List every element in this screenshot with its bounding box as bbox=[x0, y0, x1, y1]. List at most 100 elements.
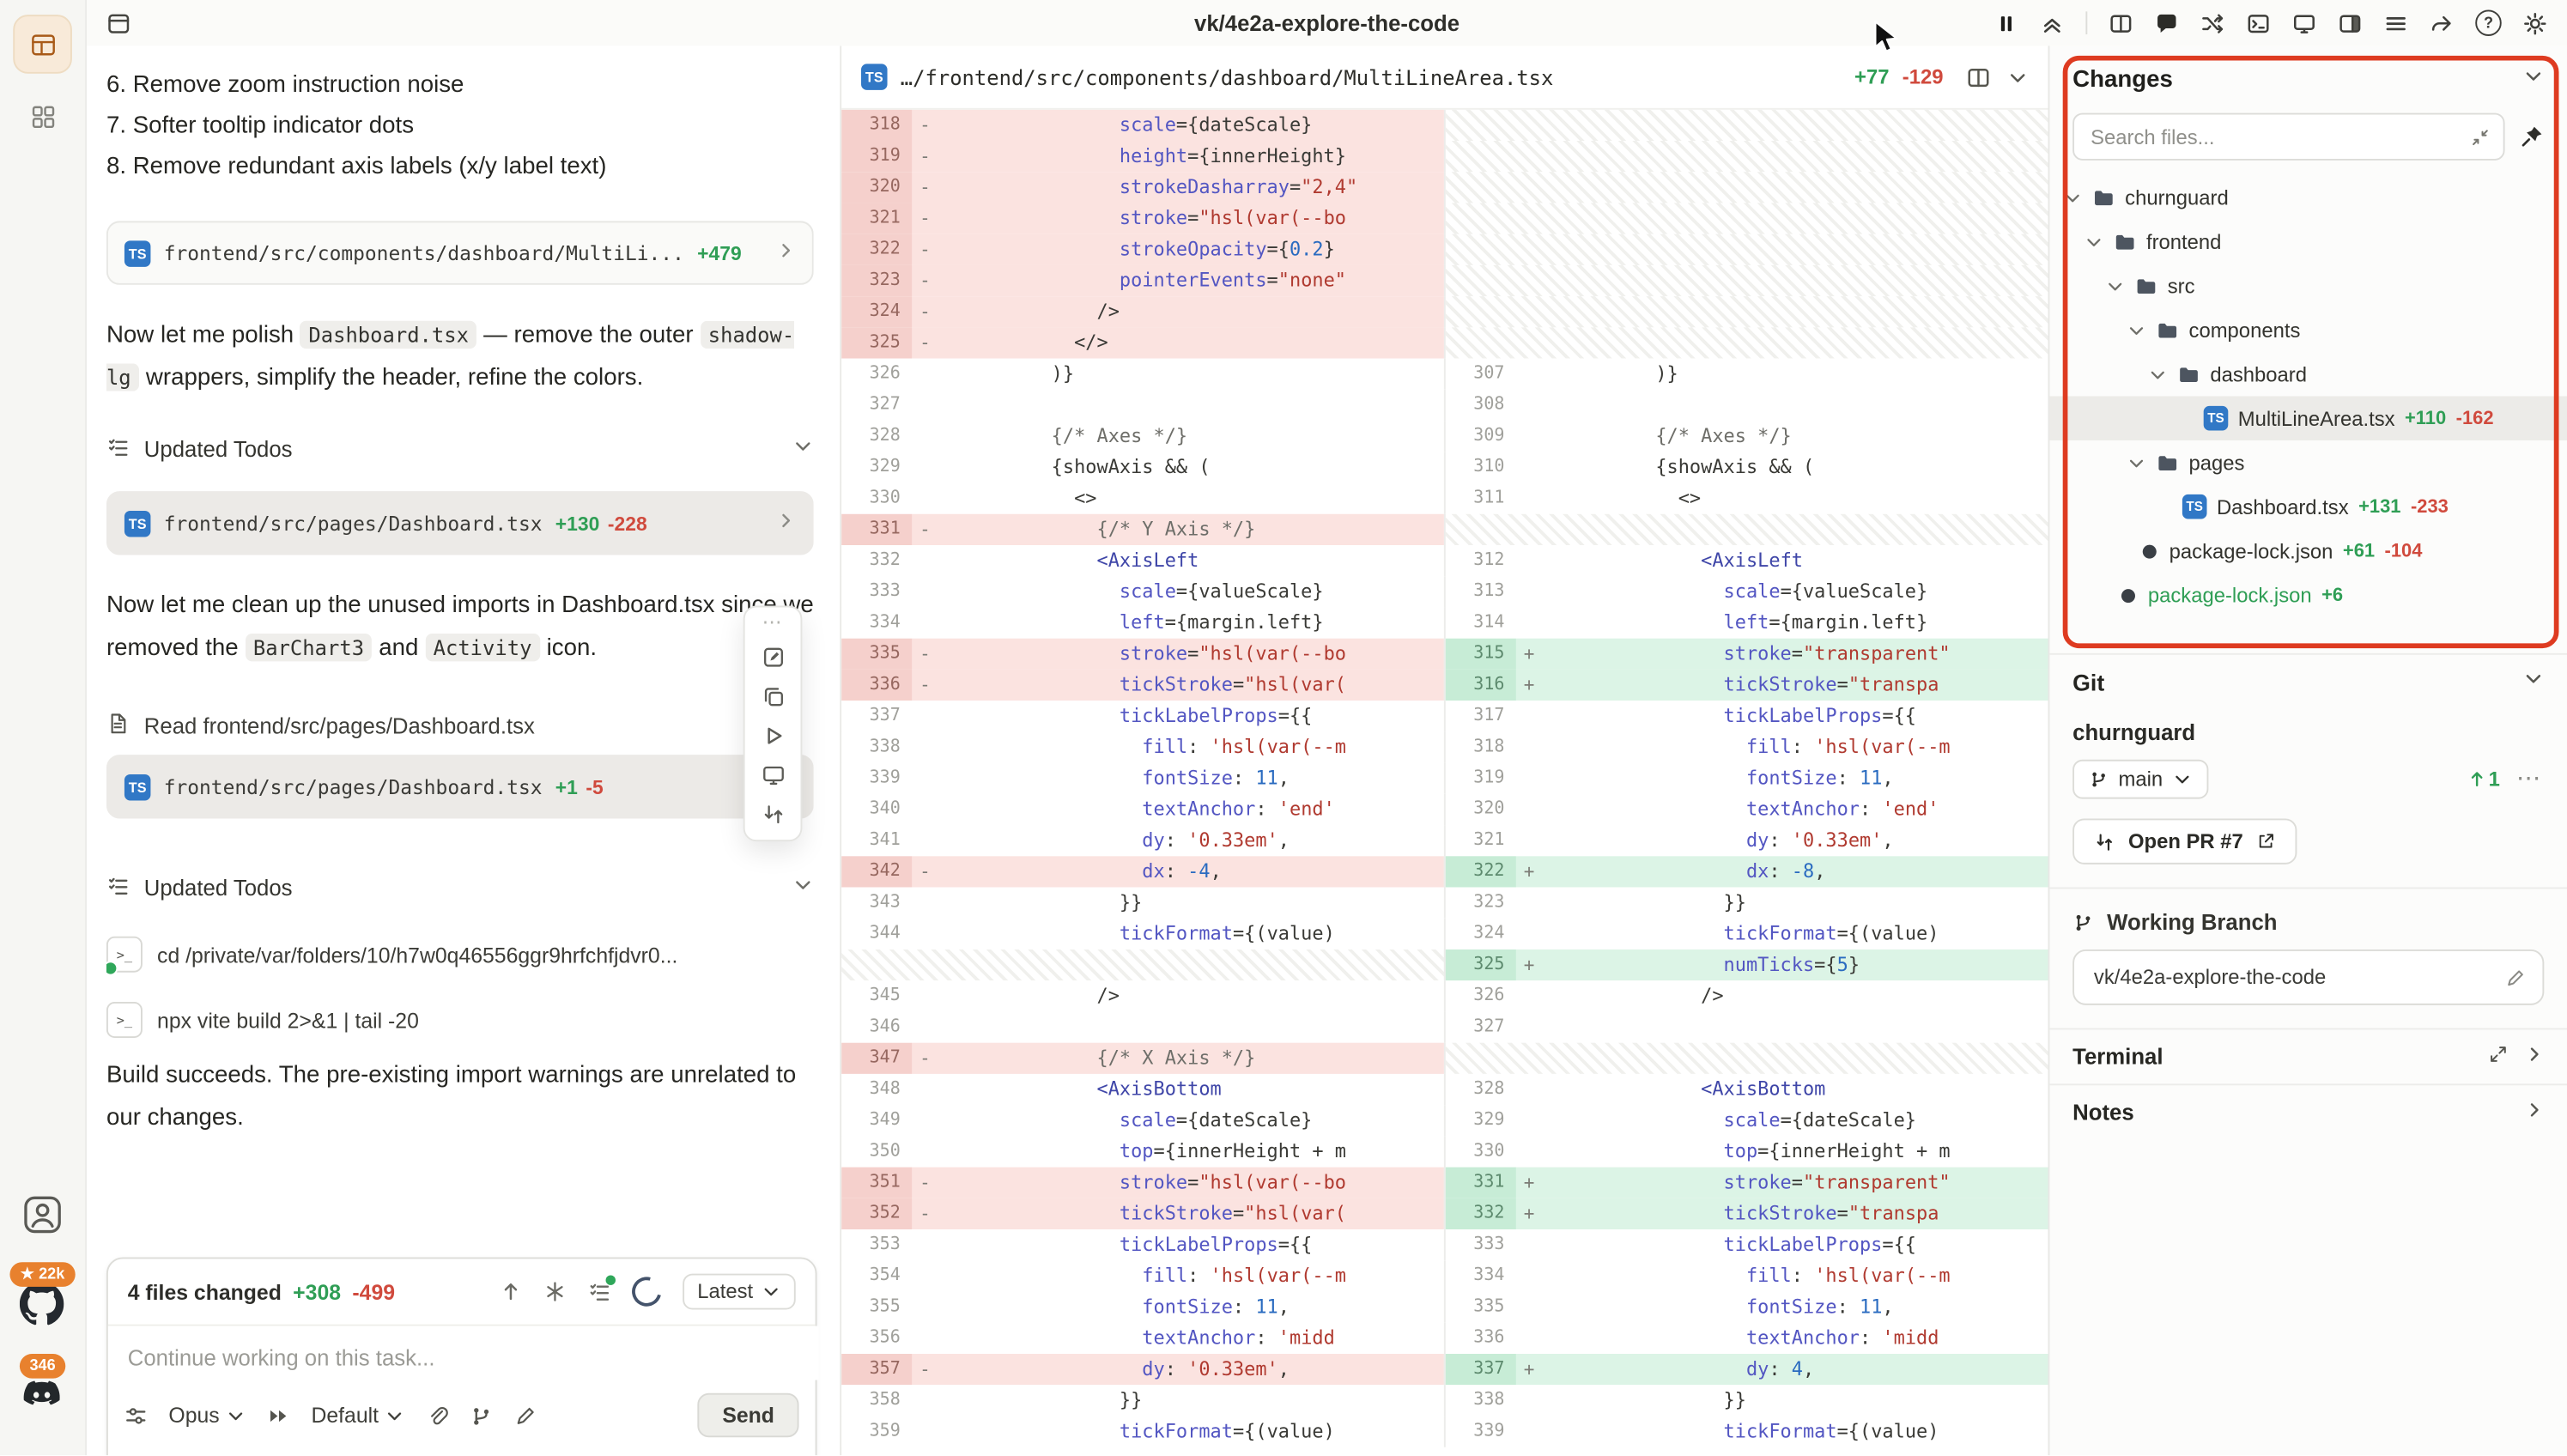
todos-status-icon[interactable] bbox=[587, 1280, 610, 1303]
chevron-down-icon[interactable] bbox=[2105, 276, 2125, 295]
file-chip-dashboard-1[interactable]: TS frontend/src/pages/Dashboard.tsx +130… bbox=[106, 491, 814, 555]
tree-folder-dashboard[interactable]: dashboard bbox=[2049, 352, 2567, 396]
monitor-icon[interactable] bbox=[761, 763, 786, 788]
chevron-down-icon[interactable] bbox=[792, 435, 814, 462]
git-branch-icon[interactable] bbox=[470, 1404, 494, 1427]
frames-icon[interactable] bbox=[106, 10, 131, 35]
attachment-icon[interactable] bbox=[426, 1404, 449, 1427]
diff-line-new: 329 scale={dateScale} bbox=[1444, 1105, 2048, 1136]
mode-dropdown[interactable]: Default bbox=[311, 1403, 404, 1428]
chat-scroll-area[interactable]: 6. Remove zoom instruction noise7. Softe… bbox=[106, 46, 814, 1210]
split-view-icon[interactable] bbox=[1966, 64, 1991, 89]
sidebar-icon[interactable] bbox=[2338, 10, 2363, 35]
notes-section-header[interactable]: Notes bbox=[2049, 1083, 2567, 1139]
git-compare-icon[interactable] bbox=[761, 802, 786, 827]
version-dropdown[interactable]: Latest bbox=[683, 1274, 796, 1310]
tree-file-Dashboard.tsx[interactable]: TSDashboard.tsx+131-233 bbox=[2049, 484, 2567, 528]
columns-icon[interactable] bbox=[2109, 10, 2133, 35]
sparkle-icon[interactable] bbox=[543, 1280, 567, 1303]
chevron-down-icon[interactable] bbox=[2523, 668, 2545, 697]
chevron-down-icon[interactable] bbox=[2523, 65, 2545, 94]
tree-folder-churnguard[interactable]: churnguard bbox=[2049, 175, 2567, 219]
updated-todos-row[interactable]: Updated Todos bbox=[106, 864, 814, 910]
chevron-down-icon[interactable] bbox=[2084, 232, 2103, 252]
expand-icon[interactable] bbox=[2488, 1045, 2508, 1070]
read-file-row[interactable]: Read frontend/src/pages/Dashboard.tsx bbox=[106, 706, 814, 745]
diff-line-new: 336 textAnchor: 'midd bbox=[1444, 1323, 2048, 1354]
file-chip-multilinearea[interactable]: TS frontend/src/components/dashboard/Mul… bbox=[106, 221, 814, 284]
changes-section-header[interactable]: Changes bbox=[2049, 46, 2567, 101]
git-section-header[interactable]: Git bbox=[2049, 655, 2567, 704]
terminal-command-row[interactable]: >_ cd /private/var/folders/10/h7w0q46556… bbox=[106, 933, 814, 976]
sliders-icon[interactable] bbox=[124, 1404, 148, 1427]
collapse-tree-icon[interactable] bbox=[2471, 127, 2491, 147]
person-icon[interactable] bbox=[21, 1193, 64, 1236]
monitor-icon[interactable] bbox=[2292, 10, 2317, 35]
play-icon[interactable] bbox=[761, 724, 786, 749]
changes-summary-bar[interactable]: 4 files changed +308 -499 bbox=[108, 1259, 816, 1326]
terminal-section-header[interactable]: Terminal bbox=[2049, 1028, 2567, 1084]
tree-file-package-lock.json[interactable]: package-lock.json+6 bbox=[2049, 573, 2567, 616]
diff-body[interactable]: 318- scale={dateScale}319- height={inner… bbox=[841, 110, 2048, 1455]
diff-line-new bbox=[1444, 203, 2048, 234]
tree-folder-components[interactable]: components bbox=[2049, 307, 2567, 351]
shuffle-icon[interactable] bbox=[2200, 10, 2225, 35]
pause-icon[interactable] bbox=[1994, 10, 2019, 35]
more-dots-icon[interactable]: ⋯ bbox=[2513, 771, 2544, 787]
updated-todos-row[interactable]: Updated Todos bbox=[106, 426, 814, 471]
copy-icon[interactable] bbox=[761, 684, 786, 709]
chevron-down-icon[interactable] bbox=[2148, 364, 2168, 384]
chevron-down-icon[interactable] bbox=[2007, 66, 2029, 88]
branch-selector[interactable]: main bbox=[2072, 760, 2208, 799]
chat-input[interactable] bbox=[108, 1326, 819, 1380]
edit-diff-icon[interactable] bbox=[761, 645, 786, 670]
more-dots-icon[interactable]: ⋯ bbox=[762, 614, 784, 630]
total-added: +308 bbox=[293, 1279, 341, 1304]
chat-bubble-icon[interactable] bbox=[2154, 10, 2179, 35]
menu-icon[interactable] bbox=[2383, 10, 2408, 35]
model-dropdown[interactable]: Opus bbox=[168, 1403, 246, 1428]
gear-icon[interactable] bbox=[2523, 10, 2548, 35]
file-search-box[interactable] bbox=[2072, 113, 2504, 161]
working-branch-field[interactable] bbox=[2072, 949, 2544, 1005]
open-pr-label: Open PR #7 bbox=[2128, 830, 2243, 853]
tree-folder-src[interactable]: src bbox=[2049, 264, 2567, 307]
diff-header[interactable]: TS …/frontend/src/components/dashboard/M… bbox=[841, 46, 2048, 109]
pin-icon[interactable] bbox=[2520, 124, 2545, 149]
diff-line-old: 319- height={innerHeight} bbox=[841, 141, 1444, 172]
file-chip-dashboard-2[interactable]: TS frontend/src/pages/Dashboard.tsx +1 -… bbox=[106, 755, 814, 818]
chevron-down-icon[interactable] bbox=[2127, 452, 2146, 472]
working-branch-label: Working Branch bbox=[2107, 910, 2277, 935]
chevron-down-icon[interactable] bbox=[792, 874, 814, 901]
grid-icon[interactable] bbox=[28, 103, 56, 130]
discord-count-badge: 346 bbox=[20, 1354, 65, 1379]
terminal-icon[interactable] bbox=[2246, 10, 2271, 35]
updated-todos-label: Updated Todos bbox=[144, 436, 293, 461]
terminal-command-row[interactable]: >_ npx vite build 2>&1 | tail -20 bbox=[106, 998, 814, 1041]
pen-icon[interactable] bbox=[514, 1404, 537, 1427]
diff-row: 359 tickFormat={(value)339 tickFormat={(… bbox=[841, 1416, 2048, 1447]
pen-icon[interactable] bbox=[2505, 967, 2527, 988]
tree-file-package-lock.json[interactable]: package-lock.json+61-104 bbox=[2049, 529, 2567, 573]
chevron-right-icon[interactable] bbox=[2524, 1100, 2544, 1125]
workspace-icon[interactable] bbox=[13, 15, 72, 74]
chevron-down-icon[interactable] bbox=[2063, 187, 2083, 207]
open-pr-button[interactable]: Open PR #7 bbox=[2072, 818, 2297, 864]
chevron-right-icon[interactable] bbox=[2524, 1045, 2544, 1070]
diff-line-new bbox=[1444, 234, 2048, 265]
search-input[interactable] bbox=[2087, 124, 2461, 150]
diff-row: 345 />326 /> bbox=[841, 980, 2048, 1011]
working-branch-input[interactable] bbox=[2091, 964, 2491, 991]
github-link[interactable]: ★ 22k bbox=[10, 1262, 74, 1334]
arrow-up-icon[interactable] bbox=[499, 1280, 522, 1303]
discord-link[interactable]: 346 bbox=[20, 1354, 65, 1426]
tree-folder-pages[interactable]: pages bbox=[2049, 440, 2567, 484]
fast-forward-icon[interactable] bbox=[267, 1404, 290, 1427]
collapse-icon[interactable] bbox=[2040, 10, 2065, 35]
chevron-down-icon[interactable] bbox=[2127, 320, 2146, 340]
tree-file-MultiLineArea.tsx[interactable]: TSMultiLineArea.tsx+110-162 bbox=[2049, 396, 2567, 440]
help-icon[interactable]: ? bbox=[2475, 9, 2502, 36]
share-icon[interactable] bbox=[2430, 10, 2455, 35]
tree-folder-frontend[interactable]: frontend bbox=[2049, 220, 2567, 264]
send-button[interactable]: Send bbox=[698, 1393, 799, 1437]
